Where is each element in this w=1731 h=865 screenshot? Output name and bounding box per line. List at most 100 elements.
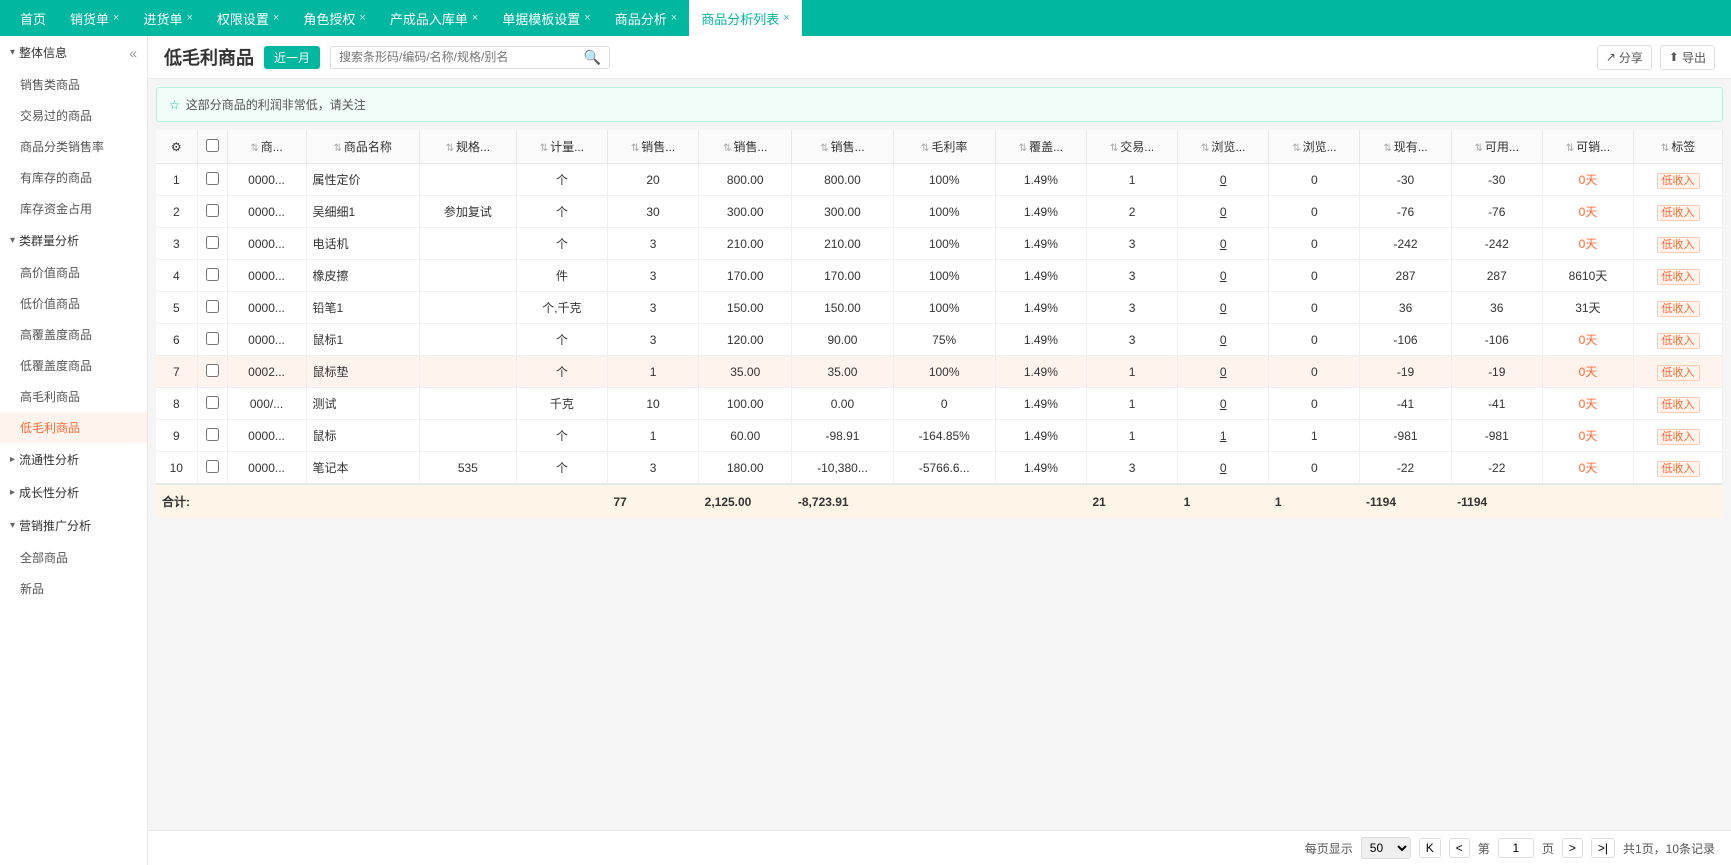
close-icon[interactable]: ×: [584, 12, 590, 24]
nav-product-instock[interactable]: 产成品入库单×: [378, 0, 490, 36]
row-views1[interactable]: 0: [1178, 356, 1269, 388]
settings-col-header[interactable]: ⚙: [156, 130, 197, 164]
row-checkbox[interactable]: [197, 420, 227, 452]
sales-amount-col-header[interactable]: ⇅销售...: [699, 130, 792, 164]
row-checkbox[interactable]: [197, 260, 227, 292]
nav-role-auth[interactable]: 角色授权×: [291, 0, 377, 36]
close-icon[interactable]: ×: [273, 12, 279, 24]
row-checkbox[interactable]: [197, 324, 227, 356]
sidebar-group-liquidity[interactable]: ▸ 流通性分析: [0, 443, 147, 476]
sidebar-item-category-rate[interactable]: 商品分类销售率: [0, 131, 147, 162]
sidebar-item-new-products[interactable]: 新品: [0, 573, 147, 604]
unit-col-header[interactable]: ⇅计量...: [516, 130, 607, 164]
nav-sales-order[interactable]: 销货单×: [58, 0, 131, 36]
sales-qty-col-header[interactable]: ⇅销售...: [607, 130, 698, 164]
trade-count-col-header[interactable]: ⇅交易...: [1086, 130, 1177, 164]
sidebar-item-low-coverage[interactable]: 低覆盖度商品: [0, 350, 147, 381]
gross-rate-col-header[interactable]: ⇅毛利率: [893, 130, 995, 164]
sidebar-item-high-coverage[interactable]: 高覆盖度商品: [0, 319, 147, 350]
available-stock-col-header[interactable]: ⇅可用...: [1451, 130, 1542, 164]
search-input[interactable]: [339, 50, 584, 64]
sidebar-item-sales-products[interactable]: 销售类商品: [0, 69, 147, 100]
name-col-header[interactable]: ⇅商品名称: [306, 130, 419, 164]
sidebar-item-all-products[interactable]: 全部商品: [0, 542, 147, 573]
row-name[interactable]: 鼠标1: [306, 324, 419, 356]
nav-product-analysis[interactable]: 商品分析×: [603, 0, 689, 36]
sidebar-group-overall[interactable]: ▾ 整体信息 «: [0, 36, 147, 69]
row-name[interactable]: 测试: [306, 388, 419, 420]
current-stock-col-header[interactable]: ⇅现有...: [1360, 130, 1451, 164]
sales-profit-col-header[interactable]: ⇅销售...: [792, 130, 893, 164]
sidebar-item-in-stock[interactable]: 有库存的商品: [0, 162, 147, 193]
sidebar-item-traded-products[interactable]: 交易过的商品: [0, 100, 147, 131]
row-views1[interactable]: 0: [1178, 292, 1269, 324]
views2-col-header[interactable]: ⇅浏览...: [1269, 130, 1360, 164]
collapse-icon[interactable]: «: [129, 45, 137, 61]
page-size-select[interactable]: 50 100 200: [1361, 837, 1411, 859]
code-col-header[interactable]: ⇅商...: [227, 130, 306, 164]
last-page-button[interactable]: >|: [1591, 838, 1615, 858]
checkbox-col-header[interactable]: [197, 130, 227, 164]
row-name[interactable]: 属性定价: [306, 164, 419, 196]
tag-col-header[interactable]: ⇅标签: [1634, 130, 1723, 164]
row-views1[interactable]: 0: [1178, 228, 1269, 260]
row-name[interactable]: 铅笔1: [306, 292, 419, 324]
row-checkbox[interactable]: [197, 164, 227, 196]
row-checkbox[interactable]: [197, 196, 227, 228]
nav-home[interactable]: 首页: [8, 0, 58, 36]
close-icon[interactable]: ×: [113, 12, 119, 24]
row-name[interactable]: 笔记本: [306, 452, 419, 485]
row-name[interactable]: 鼠标: [306, 420, 419, 452]
sidebar-item-high-margin[interactable]: 高毛利商品: [0, 381, 147, 412]
close-icon[interactable]: ×: [472, 12, 478, 24]
sidebar-group-growth[interactable]: ▸ 成长性分析: [0, 476, 147, 509]
search-box[interactable]: 🔍: [330, 46, 610, 69]
search-icon[interactable]: 🔍: [584, 49, 601, 66]
views1-col-header[interactable]: ⇅浏览...: [1178, 130, 1269, 164]
nav-purchase-order[interactable]: 进货单×: [131, 0, 204, 36]
close-icon[interactable]: ×: [186, 12, 192, 24]
next-page-button[interactable]: >: [1562, 838, 1583, 858]
coverage-col-header[interactable]: ⇅覆盖...: [995, 130, 1086, 164]
close-icon[interactable]: ×: [359, 12, 365, 24]
row-views1[interactable]: 0: [1178, 260, 1269, 292]
nav-product-analysis-list[interactable]: 商品分析列表×: [689, 0, 801, 36]
prev-page-button[interactable]: <: [1449, 838, 1470, 858]
row-views1[interactable]: 0: [1178, 452, 1269, 485]
sidebar-item-low-value[interactable]: 低价值商品: [0, 288, 147, 319]
row-name[interactable]: 吴细细1: [306, 196, 419, 228]
select-all-checkbox[interactable]: [206, 139, 219, 152]
sidebar-group-marketing[interactable]: ▾ 营销推广分析: [0, 509, 147, 542]
close-icon[interactable]: ×: [783, 12, 789, 24]
spec-col-header[interactable]: ⇅规格...: [419, 130, 516, 164]
row-checkbox[interactable]: [197, 356, 227, 388]
page-input[interactable]: [1498, 838, 1534, 858]
row-checkbox[interactable]: [197, 292, 227, 324]
sidebar-group-cluster[interactable]: ▾ 类群量分析: [0, 224, 147, 257]
sidebar-item-capital[interactable]: 库存资金占用: [0, 193, 147, 224]
sidebar-item-high-value[interactable]: 高价值商品: [0, 257, 147, 288]
row-checkbox[interactable]: [197, 228, 227, 260]
row-name[interactable]: 鼠标垫: [306, 356, 419, 388]
nav-permissions[interactable]: 权限设置×: [205, 0, 291, 36]
first-page-button[interactable]: K: [1419, 838, 1441, 858]
close-icon[interactable]: ×: [671, 12, 677, 24]
row-views1[interactable]: 0: [1178, 196, 1269, 228]
row-checkbox[interactable]: [197, 452, 227, 485]
share-button[interactable]: ↗ 分享: [1597, 45, 1652, 70]
export-button[interactable]: ⬆ 导出: [1660, 45, 1715, 70]
row-name[interactable]: 橡皮擦: [306, 260, 419, 292]
date-filter-button[interactable]: 近一月: [264, 46, 320, 69]
row-checkbox[interactable]: [197, 388, 227, 420]
row-sales-amount: 60.00: [699, 420, 792, 452]
sidebar-item-low-margin[interactable]: 低毛利商品: [0, 412, 147, 443]
row-views1[interactable]: 0: [1178, 388, 1269, 420]
row-views1[interactable]: 0: [1178, 324, 1269, 356]
table-row: 5 0000... 铅笔1 个,千克 3 150.00 150.00 100% …: [156, 292, 1723, 324]
row-name[interactable]: 电话机: [306, 228, 419, 260]
nav-template-settings[interactable]: 单据模板设置×: [490, 0, 602, 36]
row-views1[interactable]: 0: [1178, 164, 1269, 196]
sellable-days-col-header[interactable]: ⇅可销...: [1542, 130, 1633, 164]
row-views1[interactable]: 1: [1178, 420, 1269, 452]
data-table-wrapper[interactable]: ⚙ ⇅商... ⇅商品名称 ⇅规格... ⇅计量... ⇅销售... ⇅销售..…: [156, 130, 1723, 830]
